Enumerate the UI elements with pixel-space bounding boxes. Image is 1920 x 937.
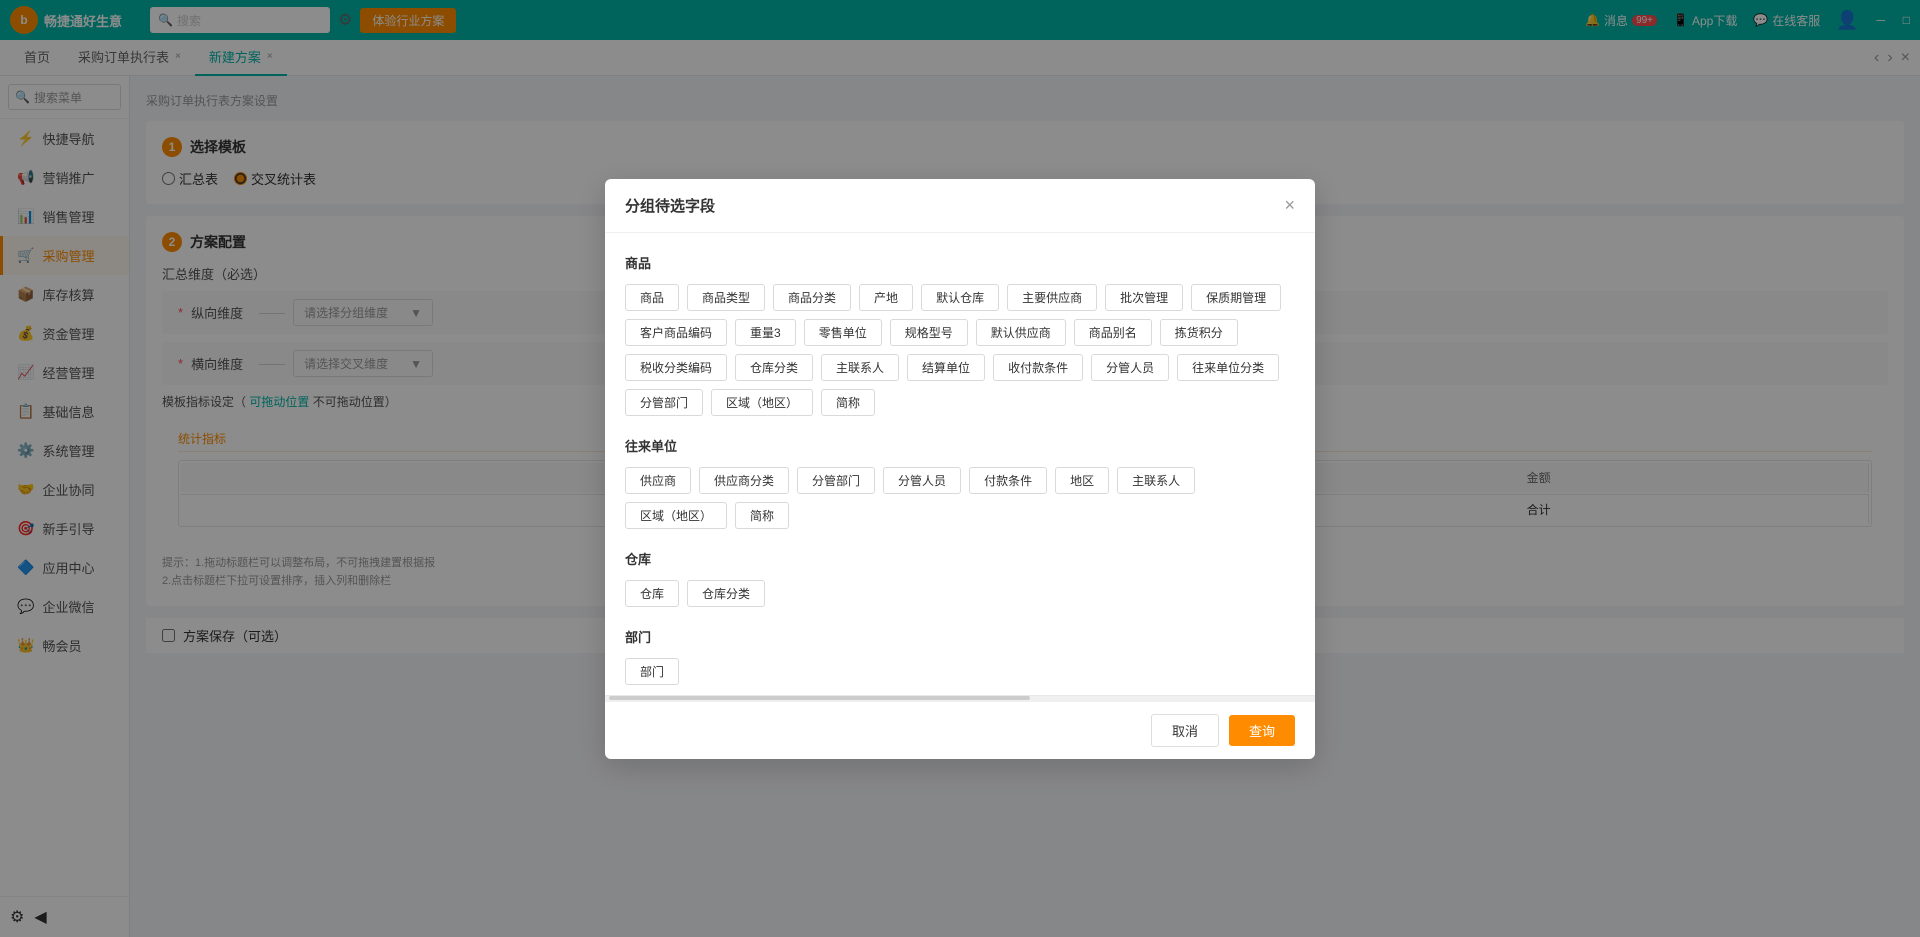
field-tag[interactable]: 主联系人 bbox=[821, 354, 899, 381]
field-tag[interactable]: 分管人员 bbox=[1091, 354, 1169, 381]
field-tag[interactable]: 商品 bbox=[625, 284, 679, 311]
field-tag[interactable]: 仓库分类 bbox=[687, 580, 765, 607]
field-tag[interactable]: 商品分类 bbox=[773, 284, 851, 311]
field-tag[interactable]: 仓库 bbox=[625, 580, 679, 607]
section-partner: 往来单位 供应商 供应商分类 分管部门 分管人员 付款条件 地区 主联系人 区域… bbox=[625, 436, 1295, 529]
modal-footer: 取消 查询 bbox=[605, 701, 1315, 759]
field-tag[interactable]: 部门 bbox=[625, 658, 679, 685]
field-tag[interactable]: 保质期管理 bbox=[1191, 284, 1281, 311]
field-tag[interactable]: 批次管理 bbox=[1105, 284, 1183, 311]
field-tag[interactable]: 默认仓库 bbox=[921, 284, 999, 311]
field-tag[interactable]: 客户商品编码 bbox=[625, 319, 727, 346]
modal-body: 商品 商品 商品类型 商品分类 产地 默认仓库 主要供应商 批次管理 保质期管理… bbox=[605, 233, 1315, 695]
field-tag[interactable]: 零售单位 bbox=[804, 319, 882, 346]
field-tag[interactable]: 拣货积分 bbox=[1160, 319, 1238, 346]
section-dept: 部门 部门 bbox=[625, 627, 1295, 685]
cancel-button[interactable]: 取消 bbox=[1151, 714, 1219, 747]
field-tag[interactable]: 仓库分类 bbox=[735, 354, 813, 381]
field-tag[interactable]: 规格型号 bbox=[890, 319, 968, 346]
field-tag[interactable]: 商品别名 bbox=[1074, 319, 1152, 346]
field-tag[interactable]: 重量3 bbox=[735, 319, 796, 346]
field-tag[interactable]: 产地 bbox=[859, 284, 913, 311]
field-tag[interactable]: 分管部门 bbox=[625, 389, 703, 416]
field-tag[interactable]: 往来单位分类 bbox=[1177, 354, 1279, 381]
field-tag[interactable]: 默认供应商 bbox=[976, 319, 1066, 346]
field-tag[interactable]: 付款条件 bbox=[969, 467, 1047, 494]
modal-close-btn[interactable]: × bbox=[1284, 195, 1295, 216]
section-dept-title: 部门 bbox=[625, 627, 1295, 646]
section-warehouse-title: 仓库 bbox=[625, 549, 1295, 568]
modal-header: 分组待选字段 × bbox=[605, 179, 1315, 233]
modal-overlay: 分组待选字段 × 商品 商品 商品类型 商品分类 产地 默认仓库 主要供应商 批… bbox=[0, 0, 1920, 937]
section-partner-tags: 供应商 供应商分类 分管部门 分管人员 付款条件 地区 主联系人 区域（地区） … bbox=[625, 467, 1295, 529]
field-tag[interactable]: 收付款条件 bbox=[993, 354, 1083, 381]
field-tag[interactable]: 简称 bbox=[735, 502, 789, 529]
field-tag[interactable]: 地区 bbox=[1055, 467, 1109, 494]
field-tag[interactable]: 分管部门 bbox=[797, 467, 875, 494]
field-tag[interactable]: 主要供应商 bbox=[1007, 284, 1097, 311]
field-tag[interactable]: 分管人员 bbox=[883, 467, 961, 494]
field-tag[interactable]: 供应商分类 bbox=[699, 467, 789, 494]
section-goods-tags: 商品 商品类型 商品分类 产地 默认仓库 主要供应商 批次管理 保质期管理 客户… bbox=[625, 284, 1295, 416]
section-dept-tags: 部门 bbox=[625, 658, 1295, 685]
field-tag[interactable]: 供应商 bbox=[625, 467, 691, 494]
modal-title: 分组待选字段 bbox=[625, 195, 715, 216]
field-tag[interactable]: 区域（地区） bbox=[711, 389, 813, 416]
field-tag[interactable]: 主联系人 bbox=[1117, 467, 1195, 494]
field-tag[interactable]: 商品类型 bbox=[687, 284, 765, 311]
section-partner-title: 往来单位 bbox=[625, 436, 1295, 455]
field-tag[interactable]: 简称 bbox=[821, 389, 875, 416]
confirm-button[interactable]: 查询 bbox=[1229, 715, 1295, 746]
section-warehouse: 仓库 仓库 仓库分类 bbox=[625, 549, 1295, 607]
field-tag[interactable]: 结算单位 bbox=[907, 354, 985, 381]
field-tag[interactable]: 税收分类编码 bbox=[625, 354, 727, 381]
section-warehouse-tags: 仓库 仓库分类 bbox=[625, 580, 1295, 607]
field-tag[interactable]: 区域（地区） bbox=[625, 502, 727, 529]
field-select-modal: 分组待选字段 × 商品 商品 商品类型 商品分类 产地 默认仓库 主要供应商 批… bbox=[605, 179, 1315, 759]
section-goods: 商品 商品 商品类型 商品分类 产地 默认仓库 主要供应商 批次管理 保质期管理… bbox=[625, 253, 1295, 416]
section-goods-title: 商品 bbox=[625, 253, 1295, 272]
